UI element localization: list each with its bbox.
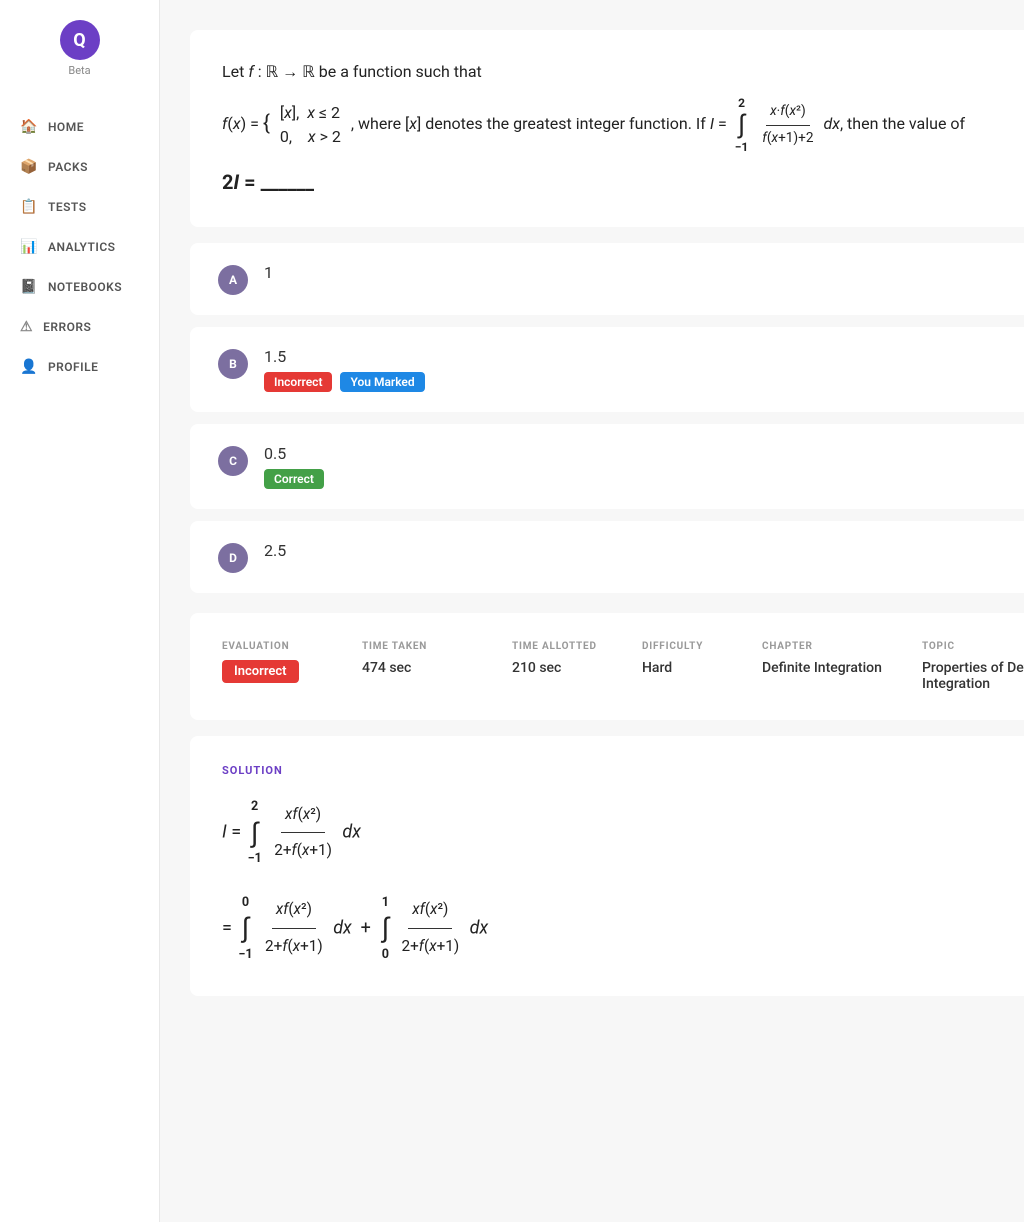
sidebar-item-profile[interactable]: 👤 PROFILE	[0, 347, 159, 387]
tests-icon: 📋	[20, 199, 38, 215]
option-card-b[interactable]: B 1.5 Incorrect You Marked	[190, 327, 1024, 412]
nav-home-label: HOME	[48, 120, 84, 134]
evaluation-section: EVALUATION Incorrect TIME TAKEN 474 sec …	[190, 613, 1024, 720]
nav-profile-label: PROFILE	[48, 360, 98, 374]
nav-notebooks-label: NOTEBOOKS	[48, 280, 122, 294]
nav-analytics-label: ANALYTICS	[48, 240, 116, 254]
eval-col-difficulty: DIFFICULTY Hard	[642, 641, 762, 692]
option-value-d: 2.5	[264, 541, 286, 560]
option-card-a[interactable]: A 1	[190, 243, 1024, 315]
beta-label: Beta	[68, 64, 90, 77]
nav-packs-label: PACKS	[48, 160, 88, 174]
option-content-a: 1	[264, 263, 273, 282]
sidebar: Q Beta 🏠 HOME 📦 PACKS 📋 TESTS 📊 ANALYTIC…	[0, 0, 160, 1222]
option-badge-a: A	[218, 265, 248, 295]
sidebar-item-home[interactable]: 🏠 HOME	[0, 107, 159, 147]
sidebar-item-packs[interactable]: 📦 PACKS	[0, 147, 159, 187]
evaluation-value: Incorrect	[222, 660, 299, 683]
home-icon: 🏠	[20, 119, 38, 135]
main-content: Let f : ℝ → ℝ be a function such that f(…	[160, 0, 1024, 1222]
integrand-fraction: x·f(x²) f(x+1)+2	[758, 100, 817, 149]
option-value-c: 0.5	[264, 444, 324, 463]
piecewise-1: [x], x ≤ 2	[280, 101, 341, 125]
you-marked-tag: You Marked	[340, 372, 424, 392]
notebooks-icon: 📓	[20, 279, 38, 295]
topic-label: TOPIC	[922, 641, 1024, 652]
sidebar-item-analytics[interactable]: 📊 ANALYTICS	[0, 227, 159, 267]
chapter-label: CHAPTER	[762, 641, 922, 652]
option-badge-c: C	[218, 446, 248, 476]
topic-value: Properties of Definite Integration	[922, 660, 1024, 692]
option-c-tags: Correct	[264, 469, 324, 489]
option-value-a: 1	[264, 263, 273, 282]
solution-section: SOLUTION I = 2 ∫ −1 xf(x²) 2+f(x+1) dx =…	[190, 736, 1024, 996]
eval-grid: EVALUATION Incorrect TIME TAKEN 474 sec …	[222, 641, 1024, 692]
logo-letter: Q	[73, 30, 85, 51]
question-text: Let f : ℝ → ℝ be a function such that f(…	[222, 58, 1024, 199]
eval-col-evaluation: EVALUATION Incorrect	[222, 641, 362, 692]
question-line1: Let f : ℝ → ℝ be a function such that	[222, 58, 1024, 85]
logo-icon: Q	[60, 20, 100, 60]
incorrect-tag: Incorrect	[264, 372, 332, 392]
nav-tests-label: TESTS	[48, 200, 87, 214]
eval-col-time-taken: TIME TAKEN 474 sec	[362, 641, 512, 692]
evaluation-label: EVALUATION	[222, 641, 362, 652]
time-taken-value: 474 sec	[362, 660, 512, 676]
difficulty-value: Hard	[642, 660, 762, 676]
option-content-d: 2.5	[264, 541, 286, 560]
sidebar-item-tests[interactable]: 📋 TESTS	[0, 187, 159, 227]
option-badge-d: D	[218, 543, 248, 573]
question-prompt: 2I = ______	[222, 165, 1024, 199]
sidebar-item-notebooks[interactable]: 📓 NOTEBOOKS	[0, 267, 159, 307]
logo-area: Q Beta	[60, 20, 100, 77]
solution-math: I = 2 ∫ −1 xf(x²) 2+f(x+1) dx = 0 ∫ −1	[222, 793, 1024, 968]
option-card-c[interactable]: C 0.5 Correct	[190, 424, 1024, 509]
difficulty-label: DIFFICULTY	[642, 641, 762, 652]
time-taken-label: TIME TAKEN	[362, 641, 512, 652]
sidebar-item-errors[interactable]: ⚠ ERRORS	[0, 307, 159, 347]
correct-tag: Correct	[264, 469, 324, 489]
packs-icon: 📦	[20, 159, 38, 175]
time-allotted-value: 210 sec	[512, 660, 642, 676]
time-allotted-label: TIME ALLOTTED	[512, 641, 642, 652]
option-content-b: 1.5 Incorrect You Marked	[264, 347, 425, 392]
solution-line1: I = 2 ∫ −1 xf(x²) 2+f(x+1) dx	[222, 793, 1024, 873]
nav-errors-label: ERRORS	[43, 320, 91, 334]
question-line2: f(x) = { [x], x ≤ 2 0, x > 2 , where [x]…	[222, 93, 1024, 157]
question-card: Let f : ℝ → ℝ be a function such that f(…	[190, 30, 1024, 227]
eval-col-topic: TOPIC Properties of Definite Integration	[922, 641, 1024, 692]
solution-line2: = 0 ∫ −1 xf(x²) 2+f(x+1) dx + 1 ∫ 0	[222, 889, 1024, 969]
analytics-icon: 📊	[20, 239, 38, 255]
eval-col-chapter: CHAPTER Definite Integration	[762, 641, 922, 692]
option-b-tags: Incorrect You Marked	[264, 372, 425, 392]
eval-col-time-allotted: TIME ALLOTTED 210 sec	[512, 641, 642, 692]
errors-icon: ⚠	[20, 319, 33, 335]
profile-icon: 👤	[20, 359, 38, 375]
option-content-c: 0.5 Correct	[264, 444, 324, 489]
chapter-value: Definite Integration	[762, 660, 922, 676]
option-card-d[interactable]: D 2.5	[190, 521, 1024, 593]
option-value-b: 1.5	[264, 347, 425, 366]
solution-label: SOLUTION	[222, 764, 1024, 777]
piecewise-2: 0, x > 2	[280, 125, 341, 149]
option-badge-b: B	[218, 349, 248, 379]
